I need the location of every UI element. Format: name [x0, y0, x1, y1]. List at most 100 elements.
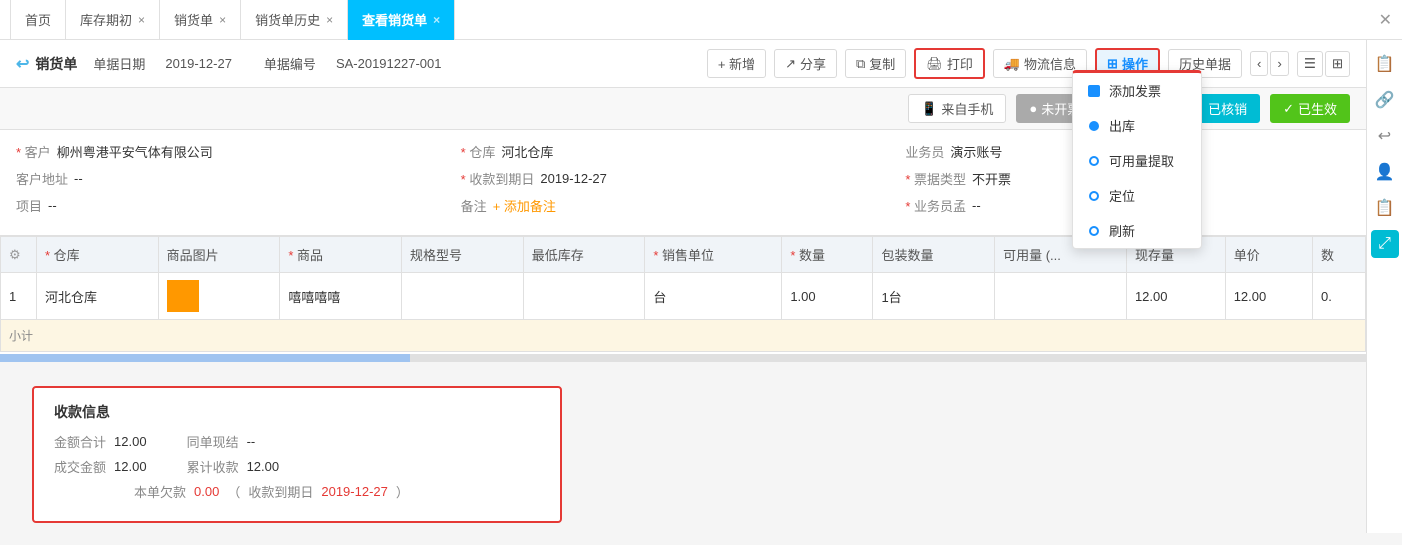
outbound-icon [1087, 119, 1101, 133]
col-min-stock: 最低库存 [523, 237, 645, 273]
payment-row-1: 金额合计 12.00 同单现结 -- [54, 432, 540, 451]
sidebar-icon-2[interactable]: 🔗 [1371, 86, 1399, 114]
payment-section: 收款信息 金额合计 12.00 同单现结 -- 成交金额 12.00 [32, 386, 562, 523]
invoice-icon [1087, 84, 1101, 98]
customer-field: 客户 柳州粤港平安气体有限公司 [16, 142, 461, 161]
same-order-label: 同单现结 [187, 432, 239, 451]
sidebar-icon-3[interactable]: ↩ [1371, 122, 1399, 150]
tab-sales-order[interactable]: 销货单 × [160, 0, 241, 40]
cell-product: 嘻嘻嘻嘻 [280, 273, 402, 320]
subtotal-cell: 小计 [1, 320, 1366, 352]
payment-row-2: 成交金额 12.00 累计收款 12.00 [54, 457, 540, 476]
from-phone-button[interactable]: 📱 来自手机 [908, 94, 1006, 123]
salesman-label: 业务员孟 [905, 196, 966, 215]
ticket-type-value: 不开票 [972, 169, 1011, 188]
data-table: ⚙ * 仓库 商品图片 * 商品 规格型号 最低库存 * 销售单位 * 数量 包… [0, 236, 1366, 352]
right-sidebar: 📋 🔗 ↩ 👤 📋 ⤢ [1366, 40, 1402, 533]
col-pack-qty: 包装数量 [873, 237, 995, 273]
amount-total-item: 金额合计 12.00 [54, 432, 147, 451]
share-icon: ↗ [785, 56, 796, 72]
copy-button[interactable]: ⧉ 复制 [845, 49, 906, 78]
print-button[interactable]: 🖨 打印 [914, 48, 985, 79]
cell-qty: 1.00 [782, 273, 873, 320]
phone-icon: 📱 [921, 101, 937, 117]
col-spec: 规格型号 [402, 237, 524, 273]
staff-value: 演示账号 [950, 142, 1002, 161]
cell-index: 1 [1, 273, 37, 320]
tab-inventory-init[interactable]: 库存期初 × [66, 0, 160, 40]
check-green-icon: ✓ [1283, 101, 1294, 117]
product-image [167, 280, 199, 312]
cell-warehouse: 河北仓库 [37, 273, 159, 320]
due-date-value: 2019-12-27 [321, 484, 388, 499]
sidebar-icon-4[interactable]: 👤 [1371, 158, 1399, 186]
cell-img [158, 273, 280, 320]
prev-arrow[interactable]: ‹ [1250, 51, 1268, 76]
payment-title: 收款信息 [54, 402, 540, 422]
operation-dropdown: 添加发票 出库 可用量提取 定位 刷新 [1072, 70, 1202, 249]
transaction-value: 12.00 [114, 459, 147, 474]
subtotal-row: 小计 [1, 320, 1366, 352]
horizontal-scrollbar[interactable] [0, 354, 1366, 362]
same-order-value: -- [247, 434, 256, 449]
sidebar-expand-icon[interactable]: ⤢ [1371, 230, 1399, 258]
tab-close-inventory[interactable]: × [138, 13, 145, 27]
share-button[interactable]: ↗ 分享 [774, 49, 837, 78]
list-view-icon[interactable]: ☰ [1297, 51, 1323, 77]
cumulative-value: 12.00 [247, 459, 280, 474]
project-field: 项目 -- [16, 196, 461, 215]
col-product: * 商品 [280, 237, 402, 273]
tab-close-sales[interactable]: × [219, 13, 226, 27]
warehouse-value: 河北仓库 [501, 142, 553, 161]
col-unit: * 销售单位 [645, 237, 782, 273]
payment-date-field: 收款到期日 2019-12-27 [461, 169, 906, 188]
tab-close-history[interactable]: × [326, 13, 333, 27]
address-value: -- [74, 171, 83, 186]
available-extract-item[interactable]: 可用量提取 [1073, 143, 1201, 178]
tab-home[interactable]: 首页 [10, 0, 66, 40]
add-note-button[interactable]: 添加备注 [493, 196, 556, 215]
circle-icon: ● [1029, 101, 1037, 116]
new-button[interactable]: + 新增 [707, 49, 766, 78]
locate-item[interactable]: 定位 [1073, 178, 1201, 213]
sidebar-icon-5[interactable]: 📋 [1371, 194, 1399, 222]
date-value: 2019-12-27 [165, 56, 232, 71]
add-invoice-item[interactable]: 添加发票 [1073, 73, 1201, 108]
tab-close-view[interactable]: × [433, 13, 440, 27]
tab-bar: 首页 库存期初 × 销货单 × 销货单历史 × 查看销货单 × ✕ [0, 0, 1402, 40]
cell-spec [402, 273, 524, 320]
view-icons: ☰ ⊞ [1297, 51, 1350, 77]
effective-button[interactable]: ✓ 已生效 [1270, 94, 1350, 123]
payment-date-value: 2019-12-27 [540, 171, 607, 186]
refresh-icon [1087, 224, 1101, 238]
grid-view-icon[interactable]: ⊞ [1325, 51, 1350, 77]
window-close-button[interactable]: ✕ [1379, 10, 1392, 30]
cell-pack-qty: 1台 [873, 273, 995, 320]
locate-icon [1087, 189, 1101, 203]
nav-arrows: ‹ › [1250, 51, 1289, 76]
refresh-item[interactable]: 刷新 [1073, 213, 1201, 248]
payment-date-label: 收款到期日 [461, 169, 535, 188]
truck-icon: 🚚 [1004, 56, 1020, 72]
customer-value: 柳州粤港平安气体有限公司 [57, 142, 213, 161]
sidebar-icon-1[interactable]: 📋 [1371, 50, 1399, 78]
tab-view-sales[interactable]: 查看销货单 × [348, 0, 455, 40]
table-section: ⚙ * 仓库 商品图片 * 商品 规格型号 最低库存 * 销售单位 * 数量 包… [0, 236, 1366, 362]
col-warehouse: * 仓库 [37, 237, 159, 273]
col-img: 商品图片 [158, 237, 280, 273]
payment-row-3: 本单欠款 0.00 （ 收款到期日 2019-12-27 ） [54, 482, 540, 501]
next-arrow[interactable]: › [1270, 51, 1288, 76]
tab-sales-history[interactable]: 销货单历史 × [241, 0, 348, 40]
col-gear: ⚙ [1, 237, 37, 273]
outbound-item[interactable]: 出库 [1073, 108, 1201, 143]
extract-icon [1087, 154, 1101, 168]
col-qty: * 数量 [782, 237, 873, 273]
doc-type-icon: ↩ [16, 54, 29, 74]
print-icon: 🖨 [926, 56, 943, 72]
ticket-type-label: 票据类型 [905, 169, 966, 188]
note-field: 备注 添加备注 [461, 196, 906, 215]
cell-unit: 台 [645, 273, 782, 320]
cell-current: 12.00 [1126, 273, 1225, 320]
due-date-close: ） [396, 482, 409, 501]
warehouse-label: 仓库 [461, 142, 496, 161]
